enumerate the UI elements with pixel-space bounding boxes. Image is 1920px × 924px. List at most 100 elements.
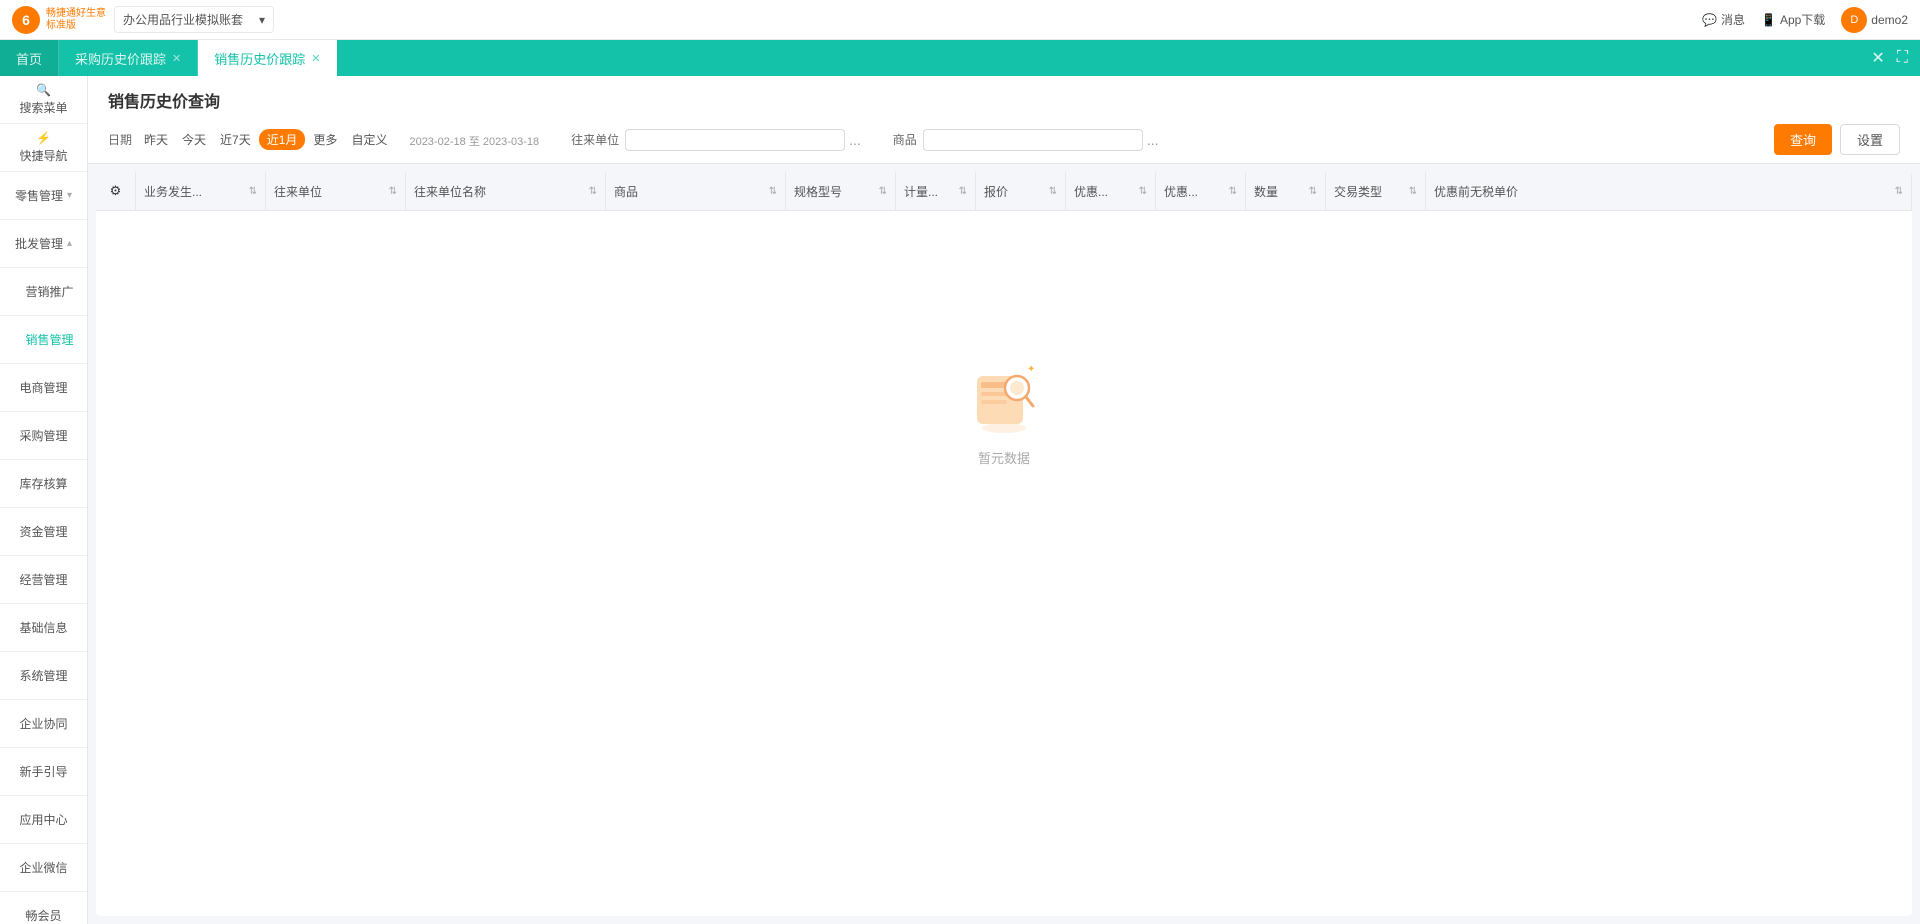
settings-btn[interactable]: 设置 [1840,124,1900,155]
close-all-icon[interactable]: ✕ [1871,48,1884,68]
top-bar: 6 畅捷通好生意 标准版 办公用品行业模拟账套 ▾ 💬 消息 📱 App下载 D… [0,0,1920,40]
sidebar-item-inventory[interactable]: 库存核算 [0,460,87,508]
top-right: 💬 消息 📱 App下载 D demo2 [1702,7,1908,33]
page-header: 销售历史价查询 ❓ 帮助 ↩ 导入 ↪ 导出 ✓ 只看最后一次 [88,76,1920,164]
th-product[interactable]: 商品 ⇅ [606,172,786,210]
partner-filter-group: 往来单位 ... [571,129,861,151]
tab-sales-history[interactable]: 销售历史价跟踪 ✕ [198,40,337,76]
th-discount1[interactable]: 优惠... ⇅ [1066,172,1156,210]
chevron-down-icon: ▾ [67,190,72,201]
filter-actions: 查询 设置 [1774,124,1900,155]
empty-illustration: ✦ · [959,356,1049,436]
sidebar-item-marketing[interactable]: 营销推广 [0,268,87,316]
settings-icon: ⚙ [110,183,122,199]
sidebar-item-system[interactable]: 系统管理 [0,652,87,700]
th-qty[interactable]: 数量 ⇅ [1246,172,1326,210]
page-title: 销售历史价查询 [108,88,1900,112]
product-label: 商品 [893,131,917,148]
shortcut-icon: ⚡ [36,131,51,145]
table-header: ⚙ 业务发生... ⇅ 往来单位 ⇅ 往来单位名称 ⇅ 商品 ⇅ [96,172,1912,211]
th-date[interactable]: 业务发生... ⇅ [136,172,266,210]
partner-input[interactable] [625,129,845,151]
svg-text:✦: ✦ [1027,364,1035,375]
date-range-display: 2023-02-18 至 2023-03-18 [405,133,539,149]
th-settings[interactable]: ⚙ [96,172,136,210]
message-btn[interactable]: 💬 消息 [1702,11,1745,28]
date-btn-more[interactable]: 更多 [307,129,343,150]
th-partner-code[interactable]: 往来单位 ⇅ [266,172,406,210]
date-range-text: 2023-02-18 至 2023-03-18 [409,133,539,149]
sidebar-item-guide[interactable]: 新手引导 [0,748,87,796]
th-partner-name[interactable]: 往来单位名称 ⇅ [406,172,606,210]
sidebar-item-ecommerce[interactable]: 电商管理 [0,364,87,412]
tab-sales-close[interactable]: ✕ [311,52,320,65]
date-btn-custom[interactable]: 自定义 [345,129,393,150]
sort-icon: ⇅ [389,186,397,197]
tab-purchase-history[interactable]: 采购历史价跟踪 ✕ [59,40,198,76]
logo-text: 畅捷通好生意 标准版 [46,8,106,32]
logo-area: 6 畅捷通好生意 标准版 [12,6,106,34]
user-menu[interactable]: D demo2 [1841,7,1908,33]
tab-home-label: 首页 [16,49,42,68]
sidebar-item-purchase[interactable]: 采购管理 [0,412,87,460]
sidebar-item-enterprise[interactable]: 企业协同 [0,700,87,748]
app-selector[interactable]: 办公用品行业模拟账套 ▾ [114,6,274,33]
sidebar-item-wechat[interactable]: 企业微信 [0,844,87,892]
chevron-down-icon: ▾ [259,13,265,27]
sort-icon: ⇅ [1409,186,1417,197]
date-btn-7days[interactable]: 近7天 [214,129,257,150]
sidebar-item-app-center[interactable]: 应用中心 [0,796,87,844]
sidebar-item-operations[interactable]: 经营管理 [0,556,87,604]
download-icon: 📱 [1761,13,1776,27]
sidebar-item-search[interactable]: 🔍 搜索菜单 [0,76,87,124]
search-icon: 🔍 [36,83,51,97]
query-btn[interactable]: 查询 [1774,124,1832,155]
sort-icon: ⇅ [959,186,967,197]
sidebar-item-finance[interactable]: 资金管理 [0,508,87,556]
tab-purchase-close[interactable]: ✕ [172,52,181,65]
date-btn-today[interactable]: 今天 [176,129,212,150]
tab-home[interactable]: 首页 [0,40,59,76]
sort-icon: ⇅ [1139,186,1147,197]
sort-icon: ⇅ [589,186,597,197]
sidebar-item-retail[interactable]: 零售管理 ▾ [0,172,87,220]
sort-icon: ⇅ [769,186,777,197]
main-layout: 🔍 搜索菜单 ⚡ 快捷导航 零售管理 ▾ 批发管理 ▴ 营销推广 销售管理 电商… [0,76,1920,924]
logo-icon: 6 [12,6,40,34]
product-input-group: ... [923,129,1159,151]
sidebar-item-sales-mgmt[interactable]: 销售管理 [0,316,87,364]
partner-dots-btn[interactable]: ... [849,132,861,148]
product-dots-btn[interactable]: ... [1147,132,1159,148]
th-notax[interactable]: 优惠前无税单价 ⇅ [1426,172,1912,210]
empty-text: 暂元数据 [978,448,1030,467]
th-spec[interactable]: 规格型号 ⇅ [786,172,896,210]
sidebar-item-member[interactable]: 畅会员 [0,892,87,924]
sort-icon: ⇅ [1309,186,1317,197]
app-download-btn[interactable]: 📱 App下载 [1761,11,1825,28]
sort-icon: ⇅ [1895,186,1903,197]
product-input[interactable] [923,129,1143,151]
table-container: ⚙ 业务发生... ⇅ 往来单位 ⇅ 往来单位名称 ⇅ 商品 ⇅ [96,172,1912,916]
date-btn-yesterday[interactable]: 昨天 [138,129,174,150]
tab-purchase-label: 采购历史价跟踪 [75,49,166,68]
partner-input-group: ... [625,129,861,151]
th-price[interactable]: 报价 ⇅ [976,172,1066,210]
sidebar-item-shortcut[interactable]: ⚡ 快捷导航 [0,124,87,172]
date-btn-1month[interactable]: 近1月 [259,129,306,150]
maximize-icon[interactable]: ⛶ [1897,49,1908,67]
th-unit[interactable]: 计量... ⇅ [896,172,976,210]
sidebar-item-wholesale[interactable]: 批发管理 ▴ [0,220,87,268]
th-txtype[interactable]: 交易类型 ⇅ [1326,172,1426,210]
tab-bar-actions: ✕ ⛶ [1859,40,1920,76]
tab-sales-label: 销售历史价跟踪 [214,49,305,68]
sidebar-item-basic-info[interactable]: 基础信息 [0,604,87,652]
empty-state: ✦ · 暂元数据 [96,211,1912,611]
svg-text:·: · [1033,375,1035,382]
tab-bar: 首页 采购历史价跟踪 ✕ 销售历史价跟踪 ✕ ✕ ⛶ [0,40,1920,76]
th-discount2[interactable]: 优惠... ⇅ [1156,172,1246,210]
product-filter-group: 商品 ... [893,129,1159,151]
content-area: 销售历史价查询 ❓ 帮助 ↩ 导入 ↪ 导出 ✓ 只看最后一次 [88,76,1920,924]
date-label: 日期 [108,131,132,148]
message-icon: 💬 [1702,13,1717,27]
sort-icon: ⇅ [249,186,257,197]
